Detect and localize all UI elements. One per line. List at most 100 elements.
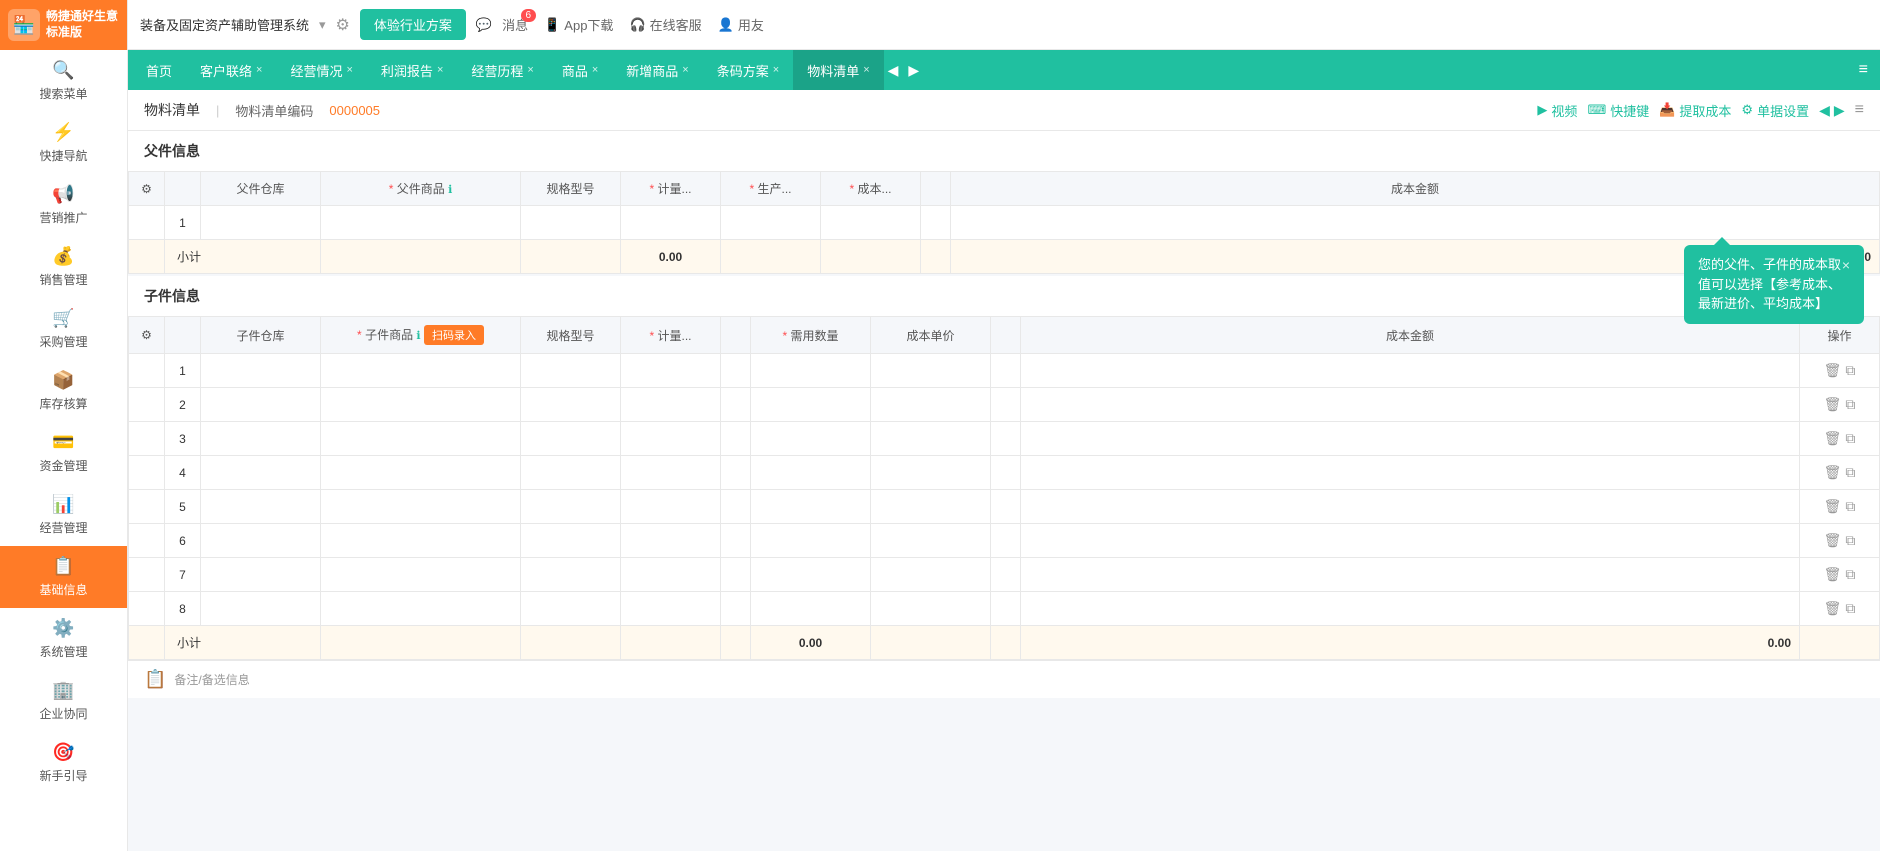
child-row-4: 4 🗑 — [129, 456, 1880, 490]
copy-icon-7[interactable]: ⧉ — [1845, 566, 1855, 583]
view-video-btn[interactable]: ▶ 视频 — [1537, 101, 1577, 120]
child-col-spec: 规格型号 — [521, 317, 621, 354]
app-download[interactable]: 📱 App下载 — [544, 15, 613, 34]
delete-icon-6[interactable]: 🗑 — [1824, 532, 1842, 549]
tooltip-text: 您的父件、子件的成本取值可以选择【参考成本、最新进价、平均成本】 — [1698, 257, 1841, 311]
parent-table: ⚙ 父件仓库 * 父件商品 ℹ 规格型号 * 计量... — [128, 171, 1880, 274]
child-col-settings[interactable]: ⚙ — [129, 317, 165, 354]
parent-section-title: 父件信息 — [128, 131, 1880, 171]
sidebar-item-marketing[interactable]: 📢 营销推广 — [0, 174, 127, 236]
child-row-3: 3 🗑 — [129, 422, 1880, 456]
delete-icon-8[interactable]: 🗑 — [1824, 600, 1842, 617]
copy-icon-3[interactable]: ⧉ — [1845, 430, 1855, 447]
online-service[interactable]: 🎧 在线客服 — [629, 15, 701, 34]
extract-cost-btn[interactable]: 📥 提取成本 — [1659, 101, 1731, 120]
tab-goods[interactable]: 商品 × — [548, 50, 612, 90]
sidebar-item-inventory[interactable]: 📦 库存核算 — [0, 360, 127, 422]
system-title: 装备及固定资产辅助管理系统 — [140, 15, 309, 34]
tab-home[interactable]: 首页 — [132, 50, 186, 90]
sidebar-item-search[interactable]: 🔍 搜索菜单 — [0, 50, 127, 112]
parent-unit-total: 0.00 — [621, 240, 721, 274]
dropdown-icon[interactable]: ▾ — [319, 17, 326, 33]
page-code: 0000005 — [329, 103, 380, 118]
row-4-actions: 🗑 ⧉ — [1808, 464, 1871, 481]
sidebar-item-system[interactable]: ⚙️ 系统管理 — [0, 608, 127, 670]
parent-col-sort1 — [921, 172, 951, 206]
tab-close-bom[interactable]: × — [863, 64, 869, 76]
sidebar-item-guide[interactable]: 🎯 新手引导 — [0, 732, 127, 794]
tab-new-goods[interactable]: 新增商品 × — [612, 50, 702, 90]
delete-icon-7[interactable]: 🗑 — [1824, 566, 1842, 583]
tab-close-customer[interactable]: × — [256, 64, 262, 76]
inventory-icon: 📦 — [52, 370, 74, 391]
copy-icon-6[interactable]: ⧉ — [1845, 532, 1855, 549]
tab-close-history[interactable]: × — [527, 64, 533, 76]
scan-input-btn[interactable]: 扫码录入 — [424, 325, 484, 345]
tooltip-close-btn[interactable]: × — [1842, 255, 1850, 276]
experience-btn[interactable]: 体验行业方案 — [360, 9, 466, 40]
copy-icon-1[interactable]: ⧉ — [1845, 362, 1855, 379]
parent-col-cost-amount: 成本金额 — [951, 172, 1880, 206]
record-next-arrow[interactable]: ▶ — [1834, 102, 1845, 119]
operations-icon: 📊 — [52, 494, 74, 515]
delete-icon-2[interactable]: 🗑 — [1824, 396, 1842, 413]
row-1-actions: 🗑 ⧉ — [1808, 362, 1871, 379]
parent-col-goods: * 父件商品 ℹ — [321, 172, 521, 206]
user-icon: 👤 — [718, 17, 734, 33]
enterprise-icon: 🏢 — [52, 680, 74, 701]
tab-operations[interactable]: 经营情况 × — [276, 50, 366, 90]
menu-icon[interactable]: ≡ — [1855, 101, 1864, 119]
close-all-tabs[interactable]: ≡ — [1851, 57, 1876, 83]
child-section: 子件信息 ⚙ 子件仓库 * 子件商品 ℹ 扫码录入 — [128, 276, 1880, 660]
single-settings-btn[interactable]: ⚙ 单据设置 — [1741, 101, 1809, 120]
notification-icon: 💬 — [476, 17, 492, 33]
headset-icon: 🎧 — [629, 17, 645, 33]
delete-icon-1[interactable]: 🗑 — [1824, 362, 1842, 379]
notes-icon[interactable]: 📋 — [144, 669, 166, 690]
settings-icon[interactable]: ⚙ — [336, 15, 350, 35]
tab-close-operations[interactable]: × — [346, 64, 352, 76]
tab-profit[interactable]: 利润报告 × — [367, 50, 457, 90]
sidebar-item-basic-info[interactable]: 📋 基础信息 — [0, 546, 127, 608]
copy-icon-8[interactable]: ⧉ — [1845, 600, 1855, 617]
sidebar-item-operations[interactable]: 📊 经营管理 — [0, 484, 127, 546]
tab-next-arrow[interactable]: ▶ — [904, 60, 923, 81]
sidebar-item-sales[interactable]: 💰 销售管理 — [0, 236, 127, 298]
child-section-title: 子件信息 — [128, 276, 1880, 316]
bottom-bar: 📋 备注/备选信息 — [128, 660, 1880, 698]
copy-icon-4[interactable]: ⧉ — [1845, 464, 1855, 481]
sidebar-item-purchase[interactable]: 🛒 采购管理 — [0, 298, 127, 360]
delete-icon-3[interactable]: 🗑 — [1824, 430, 1842, 447]
delete-icon-4[interactable]: 🗑 — [1824, 464, 1842, 481]
tab-customer[interactable]: 客户联络 × — [186, 50, 276, 90]
tab-bom[interactable]: 物料清单 × — [793, 50, 883, 90]
tab-close-goods[interactable]: × — [592, 64, 598, 76]
sales-icon: 💰 — [52, 246, 74, 267]
tab-close-profit[interactable]: × — [437, 64, 443, 76]
sidebar-item-finance[interactable]: 💳 资金管理 — [0, 422, 127, 484]
child-col-unit-cost: 成本单价 — [871, 317, 991, 354]
tab-history[interactable]: 经营历程 × — [457, 50, 547, 90]
tab-barcode[interactable]: 条码方案 × — [703, 50, 793, 90]
tab-prev-arrow[interactable]: ◀ — [884, 60, 903, 81]
copy-icon-2[interactable]: ⧉ — [1845, 396, 1855, 413]
tab-nav-arrows: ◀ ▶ — [884, 60, 924, 81]
user-area[interactable]: 👤 用友 — [718, 15, 764, 34]
parent-subtotal-row: 小计 0.00 0.00 — [129, 240, 1880, 274]
sidebar-item-enterprise[interactable]: 🏢 企业协同 — [0, 670, 127, 732]
sidebar-item-quick-nav[interactable]: ⚡ 快捷导航 — [0, 112, 127, 174]
topbar: 装备及固定资产辅助管理系统 ▾ ⚙ 体验行业方案 💬 6 消息 📱 App下载 … — [128, 0, 1880, 50]
tab-close-new-goods[interactable]: × — [682, 64, 688, 76]
parent-col-settings[interactable]: ⚙ — [129, 172, 165, 206]
row-5-actions: 🗑 ⧉ — [1808, 498, 1871, 515]
tab-close-barcode[interactable]: × — [773, 64, 779, 76]
child-qty-total: 0.00 — [751, 626, 871, 660]
shortcut-btn[interactable]: ⌨ 快捷键 — [1587, 101, 1649, 120]
parent-col-spec: 规格型号 — [521, 172, 621, 206]
notification-area[interactable]: 💬 6 消息 — [476, 15, 528, 34]
page-actions: ▶ 视频 ⌨ 快捷键 📥 提取成本 ⚙ 单据设置 — [1537, 101, 1864, 120]
content-area: 物料清单 | 物料清单编码 0000005 ▶ 视频 ⌨ 快捷键 📥 提取成本 — [128, 90, 1880, 851]
record-prev-arrow[interactable]: ◀ — [1819, 102, 1830, 119]
delete-icon-5[interactable]: 🗑 — [1824, 498, 1842, 515]
copy-icon-5[interactable]: ⧉ — [1845, 498, 1855, 515]
